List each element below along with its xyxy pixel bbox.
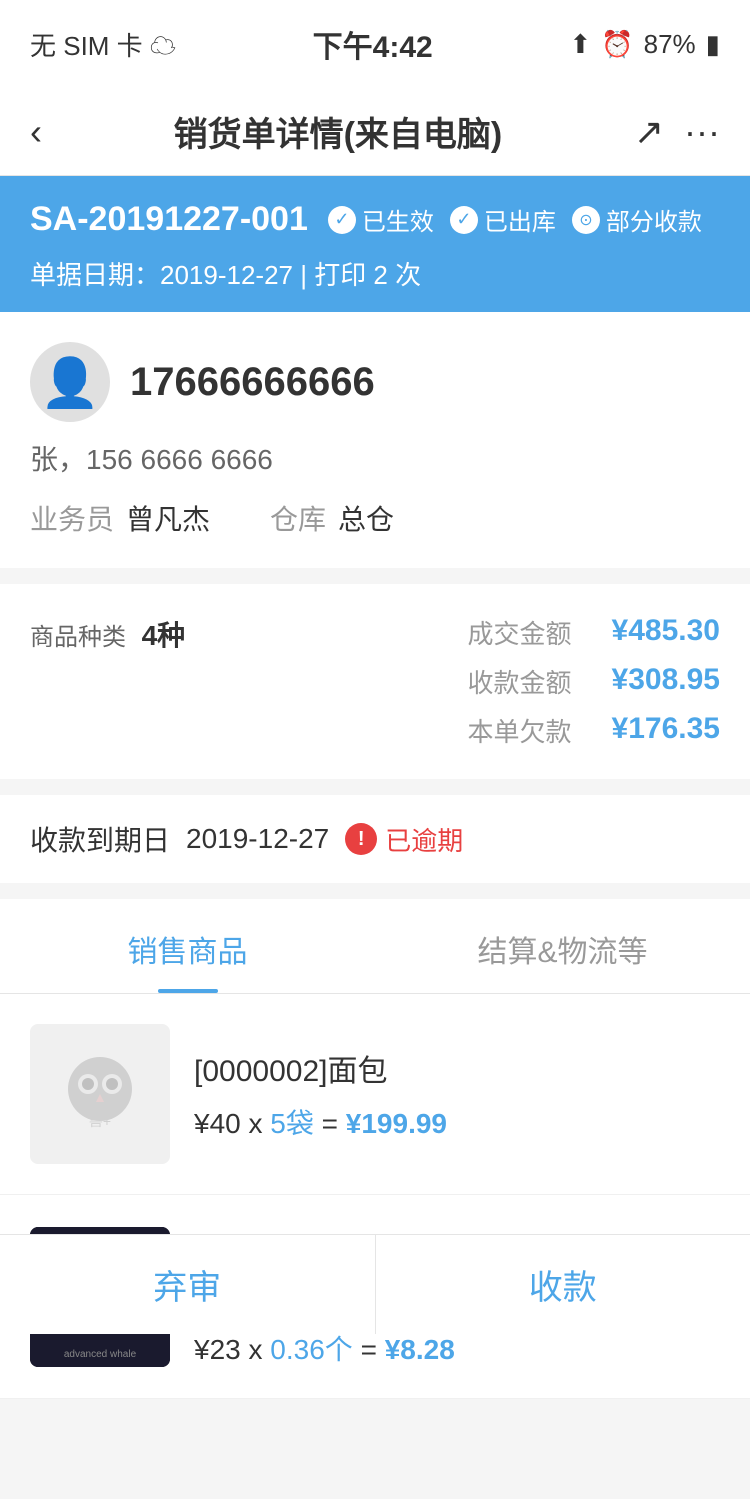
status-right: ⬆ ⏰ 87% ▮	[569, 29, 720, 60]
price-base-1: ¥40	[194, 1108, 241, 1139]
overdue-badge: ! 已逾期	[345, 821, 463, 858]
price-qty-1: 5袋	[270, 1108, 314, 1139]
page-title: 销货单详情(来自电脑)	[174, 107, 503, 156]
product-info-1: [0000002]面包 ¥40 x 5袋 = ¥199.99	[194, 1046, 720, 1142]
deal-label: 成交金额	[468, 614, 572, 651]
tabs: 销售商品 结算&物流等	[0, 899, 750, 994]
badge-effective: ✓ 已生效	[328, 202, 434, 237]
order-date: 单据日期：2019-12-27 | 打印 2 次	[30, 255, 720, 292]
status-left: 无 SIM 卡 ☁	[30, 26, 176, 63]
owed-amount-row: 本单欠款 ¥176.35	[468, 712, 720, 749]
clock-icon: ⊙	[572, 206, 600, 234]
nav-left[interactable]: ‹	[30, 111, 42, 153]
customer-id: 17666666666	[130, 360, 375, 405]
badge-shipped-label: 已出库	[484, 202, 556, 237]
svg-text:advanced whale: advanced whale	[64, 1349, 137, 1360]
price-total-1: ¥199.99	[346, 1108, 447, 1139]
overdue-text: 已逾期	[385, 821, 463, 858]
status-time: 下午4:42	[313, 22, 433, 66]
products-list: 兽+ [0000002]面包 ¥40 x 5袋 = ¥199.99	[0, 994, 750, 1399]
alarm-icon: ⏰	[601, 29, 633, 60]
back-button[interactable]: ‹	[30, 111, 42, 153]
salesperson-meta: 业务员 曾凡杰	[30, 498, 210, 538]
customer-section: 👤 17666666666 张，156 6666 6666 业务员 曾凡杰 仓库…	[0, 312, 750, 568]
received-label: 收款金额	[468, 663, 572, 700]
badge-partial-label: 部分收款	[606, 202, 702, 237]
warehouse-meta: 仓库 总仓	[270, 498, 394, 538]
share-icon[interactable]: ↗	[634, 111, 664, 153]
due-section: 收款到期日 2019-12-27 ! 已逾期	[0, 795, 750, 883]
price-qty-2: 0.36个	[270, 1334, 353, 1365]
product-type-label: 商品种类	[30, 624, 126, 651]
warehouse-label: 仓库	[270, 498, 326, 538]
customer-name-phone: 张，156 6666 6666	[30, 438, 720, 478]
salesperson-label: 业务员	[30, 498, 114, 538]
tab-sales-products[interactable]: 销售商品	[0, 899, 375, 993]
more-icon[interactable]: ···	[684, 111, 720, 153]
nav-bar: ‹ 销货单详情(来自电脑) ↗ ···	[0, 88, 750, 176]
received-value: ¥308.95	[612, 663, 720, 700]
battery-icon: ▮	[706, 29, 720, 60]
price-total-2: ¥8.28	[385, 1334, 455, 1365]
product-thumb-1: 兽+	[30, 1024, 170, 1164]
check-icon-2: ✓	[450, 206, 478, 234]
received-amount-row: 收款金额 ¥308.95	[468, 663, 720, 700]
warehouse-value: 总仓	[338, 498, 394, 538]
product-item-1: 兽+ [0000002]面包 ¥40 x 5袋 = ¥199.99	[0, 994, 750, 1195]
customer-meta: 业务员 曾凡杰 仓库 总仓	[30, 498, 720, 538]
status-badges: ✓ 已生效 ✓ 已出库 ⊙ 部分收款	[328, 202, 702, 237]
confirm-button[interactable]: 收款	[376, 1235, 750, 1334]
owl-icon: 兽+	[50, 1044, 150, 1144]
due-date: 2019-12-27	[186, 823, 329, 855]
order-number: SA-20191227-001	[30, 200, 308, 239]
owed-label: 本单欠款	[468, 712, 572, 749]
price-base-2: ¥23	[194, 1334, 241, 1365]
sim-status: 无 SIM 卡 ☁	[30, 26, 176, 63]
owed-value: ¥176.35	[612, 712, 720, 749]
amounts-right: 成交金额 ¥485.30 收款金额 ¥308.95 本单欠款 ¥176.35	[468, 614, 720, 749]
cancel-button[interactable]: 弃审	[0, 1235, 376, 1334]
badge-effective-label: 已生效	[362, 202, 434, 237]
product-price-1: ¥40 x 5袋 = ¥199.99	[194, 1102, 720, 1142]
bottom-bar: 弃审 收款	[0, 1234, 750, 1334]
amount-section: 商品种类 4种 成交金额 ¥485.30 收款金额 ¥308.95 本单欠款 ¥…	[0, 584, 750, 779]
badge-partial: ⊙ 部分收款	[572, 202, 702, 237]
badge-shipped: ✓ 已出库	[450, 202, 556, 237]
salesperson-value: 曾凡杰	[126, 498, 210, 538]
battery-status: 87%	[644, 29, 696, 60]
overdue-icon: !	[345, 823, 377, 855]
nav-right[interactable]: ↗ ···	[634, 111, 720, 153]
deal-amount-row: 成交金额 ¥485.30	[468, 614, 720, 651]
avatar: 👤	[30, 342, 110, 422]
product-type-count: 4种	[142, 620, 186, 651]
order-header: SA-20191227-001 ✓ 已生效 ✓ 已出库 ⊙ 部分收款 单据日期：…	[0, 176, 750, 312]
check-icon-1: ✓	[328, 206, 356, 234]
product-name-1: [0000002]面包	[194, 1046, 720, 1090]
product-count: 商品种类 4种	[30, 614, 185, 654]
tab-settlement[interactable]: 结算&物流等	[375, 899, 750, 993]
product-price-2: ¥23 x 0.36个 = ¥8.28	[194, 1328, 720, 1368]
deal-value: ¥485.30	[612, 614, 720, 651]
person-icon: 👤	[40, 354, 100, 411]
due-label: 收款到期日	[30, 819, 170, 859]
status-bar: 无 SIM 卡 ☁ 下午4:42 ⬆ ⏰ 87% ▮	[0, 0, 750, 88]
svg-text:兽+: 兽+	[89, 1113, 111, 1129]
location-icon: ⬆	[569, 29, 591, 60]
